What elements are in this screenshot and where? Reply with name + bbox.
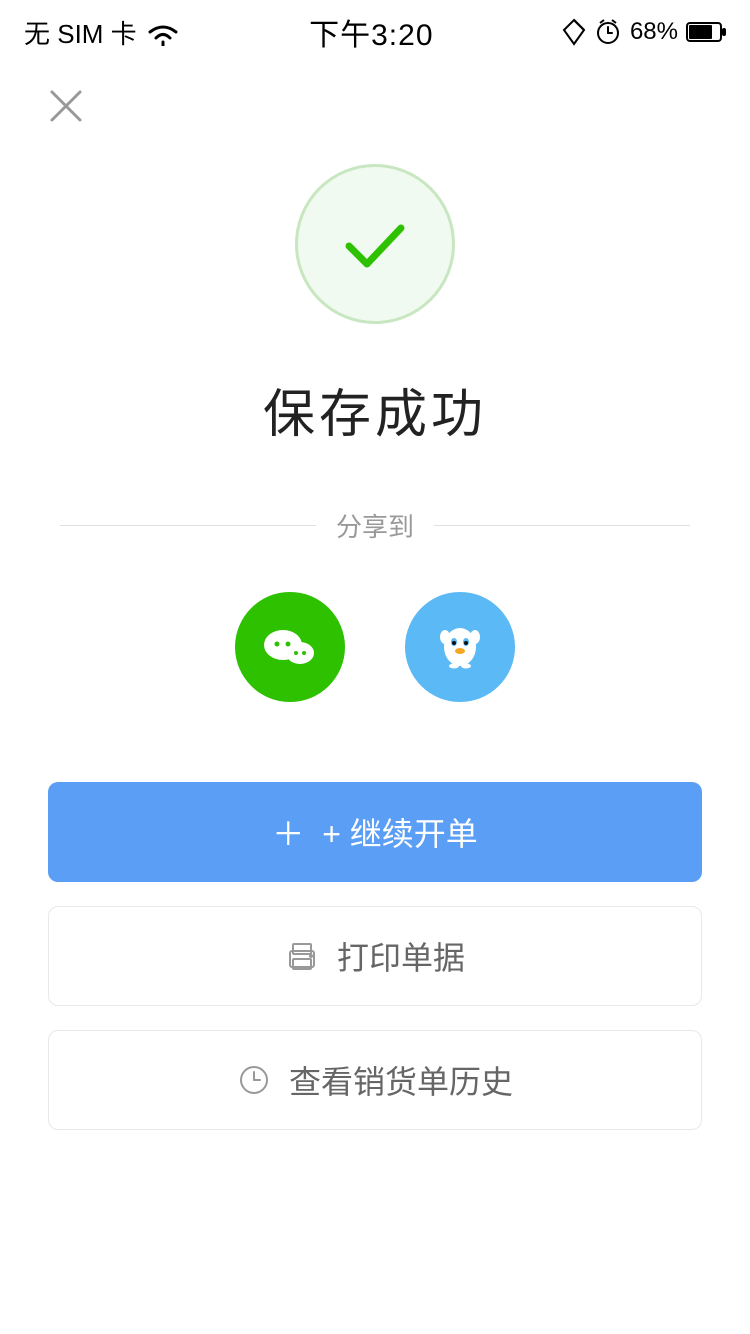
history-button[interactable]: 查看销货单历史 xyxy=(48,1030,702,1130)
qq-share-button[interactable] xyxy=(405,592,515,702)
wifi-icon xyxy=(145,18,181,46)
location-icon xyxy=(562,18,586,46)
alarm-icon xyxy=(594,18,622,46)
wechat-share-button[interactable] xyxy=(235,592,345,702)
divider-line-left xyxy=(60,525,316,526)
share-divider: 分享到 xyxy=(0,507,750,544)
action-buttons: ＋ + 继续开单 打印单据 xyxy=(0,782,750,1130)
status-right: 68% xyxy=(562,18,726,46)
print-button[interactable]: 打印单据 xyxy=(48,906,702,1006)
success-circle xyxy=(295,164,455,324)
share-label: 分享到 xyxy=(336,507,414,544)
printer-icon xyxy=(285,939,319,973)
success-title: 保存成功 xyxy=(263,372,487,447)
print-label: 打印单据 xyxy=(337,933,465,979)
clock-icon xyxy=(237,1063,271,1097)
wechat-icon xyxy=(258,615,323,680)
share-icons xyxy=(235,592,515,702)
close-button[interactable] xyxy=(40,80,92,132)
status-time: 下午3:20 xyxy=(309,10,433,54)
divider-line-right xyxy=(434,525,690,526)
status-left: 无 SIM 卡 xyxy=(24,14,181,51)
battery-icon xyxy=(686,21,726,43)
status-bar: 无 SIM 卡 下午3:20 68% xyxy=(0,0,750,64)
main-content: 保存成功 分享到 xyxy=(0,64,750,1130)
plus-icon: ＋ xyxy=(272,809,304,855)
battery-label: 68% xyxy=(630,18,678,46)
continue-button[interactable]: ＋ + 继续开单 xyxy=(48,782,702,882)
history-label: 查看销货单历史 xyxy=(289,1057,513,1103)
continue-label: + 继续开单 xyxy=(322,809,478,855)
checkmark-icon xyxy=(335,204,415,284)
no-sim-label: 无 SIM 卡 xyxy=(24,14,137,51)
qq-icon xyxy=(428,615,493,680)
